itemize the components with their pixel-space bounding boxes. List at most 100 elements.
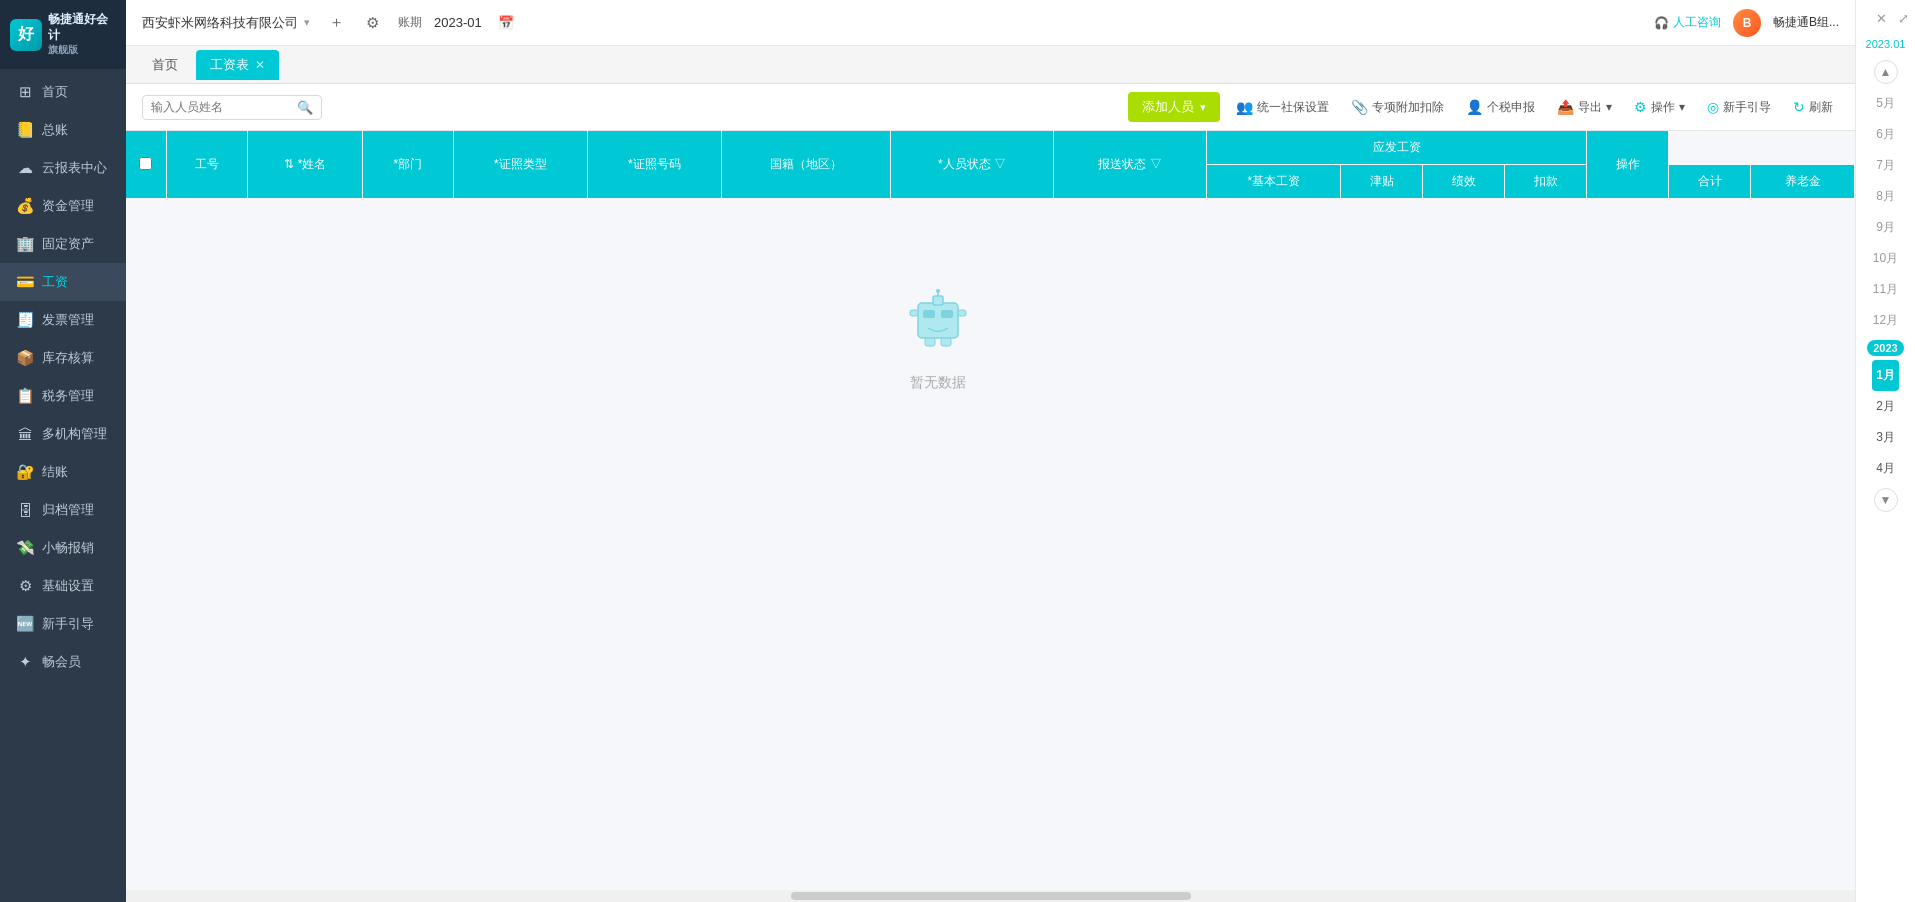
inventory-nav-label: 库存核算 [42,349,94,367]
sidebar-item-member[interactable]: ✦ 畅会员 [0,643,126,681]
search-input[interactable] [151,100,291,114]
home-nav-label: 首页 [42,83,68,101]
allowance-header: 津贴 [1341,165,1423,199]
sidebar-item-expense[interactable]: 💸 小畅报销 [0,529,126,567]
panel-close-icon[interactable]: ✕ [1871,8,1891,28]
month-8月[interactable]: 8月 [1869,181,1902,212]
svg-rect-6 [910,310,918,316]
panel-up-nav[interactable]: ▲ [1874,60,1898,84]
guide-btn[interactable]: ◎ 新手引导 [1701,95,1777,120]
report-status-header[interactable]: 报送状态 ▽ [1053,131,1207,198]
sidebar-item-multi-org[interactable]: 🏛 多机构管理 [0,415,126,453]
sidebar-item-assets[interactable]: 🏢 固定资产 [0,225,126,263]
export-label: 导出 [1578,99,1602,116]
month-7月[interactable]: 7月 [1869,150,1902,181]
tab-payroll-tab[interactable]: 工资表 ✕ [196,50,279,80]
table-wrapper: 工号 ⇅ *姓名 *部门 *证照类型 *证照号码 国籍（地区） *人员状态 ▽ … [126,131,1855,890]
search-wrapper: 🔍 [142,95,322,120]
tax-report-btn[interactable]: 👤 个税申报 [1460,95,1541,120]
closing-nav-label: 结账 [42,463,68,481]
operations-chevron: ▾ [1679,100,1685,114]
svg-rect-9 [941,338,951,346]
month-curr-4月[interactable]: 4月 [1872,453,1899,484]
sidebar-item-funds[interactable]: 💰 资金管理 [0,187,126,225]
home-nav-icon: ⊞ [16,83,34,101]
topbar: 西安虾米网络科技有限公司 ▾ ＋ ⚙ 账期 2023-01 📅 🎧 人工咨询 B… [126,0,1855,46]
special-deduction-btn[interactable]: 📎 专项附加扣除 [1345,95,1450,120]
tab-home-tab[interactable]: 首页 [138,50,192,80]
sidebar: 好 畅捷通好会计 旗舰版 ⊞ 首页 📒 总账 ☁ 云报表中心 💰 资金管理 🏢 … [0,0,126,902]
sidebar-item-invoice[interactable]: 🧾 发票管理 [0,301,126,339]
search-icon[interactable]: 🔍 [297,100,313,115]
multi-org-nav-icon: 🏛 [16,426,34,443]
tab-close-payroll-tab[interactable]: ✕ [255,58,265,72]
tab-label-home-tab: 首页 [152,57,178,72]
status-header[interactable]: *人员状态 ▽ [891,131,1053,198]
sidebar-item-archive[interactable]: 🗄 归档管理 [0,491,126,529]
dept-header: *部门 [363,131,453,198]
service-button[interactable]: 🎧 人工咨询 [1654,14,1721,31]
name-header[interactable]: ⇅ *姓名 [248,131,363,198]
sidebar-item-guide[interactable]: 🆕 新手引导 [0,605,126,643]
social-security-btn[interactable]: 👥 统一社保设置 [1230,95,1335,120]
refresh-btn[interactable]: ↻ 刷新 [1787,95,1839,120]
nationality-header: 国籍（地区） [722,131,891,198]
svg-rect-1 [923,310,935,318]
month-5月[interactable]: 5月 [1869,88,1902,119]
refresh-label: 刷新 [1809,99,1833,116]
scroll-thumb[interactable] [791,892,1191,900]
user-avatar[interactable]: B [1733,9,1761,37]
multi-org-nav-label: 多机构管理 [42,425,107,443]
invoice-nav-label: 发票管理 [42,311,94,329]
tax-nav-label: 税务管理 [42,387,94,405]
status-filter-icon: ▽ [994,157,1006,171]
settings-icon[interactable]: ⚙ [358,9,386,37]
payroll-group-header: 应发工资 [1207,131,1587,165]
archive-nav-label: 归档管理 [42,501,94,519]
logo-text: 畅捷通好会计 [48,12,116,43]
user-name[interactable]: 畅捷通B组... [1773,14,1839,31]
add-person-button[interactable]: 添加人员 ▾ [1128,92,1220,122]
export-icon: 📤 [1557,99,1574,115]
sidebar-item-closing[interactable]: 🔐 结账 [0,453,126,491]
payroll-nav-label: 工资 [42,273,68,291]
content-toolbar: 🔍 添加人员 ▾ 👥 统一社保设置 📎 专项附加扣除 👤 个税申报 [126,84,1855,131]
sidebar-nav: ⊞ 首页 📒 总账 ☁ 云报表中心 💰 资金管理 🏢 固定资产 💳 工资 🧾 发… [0,69,126,902]
svg-rect-3 [933,296,943,305]
sidebar-item-reports[interactable]: ☁ 云报表中心 [0,149,126,187]
table-scrollbar[interactable] [126,890,1855,902]
add-company-icon[interactable]: ＋ [322,9,350,37]
sidebar-item-ledger[interactable]: 📒 总账 [0,111,126,149]
sidebar-item-settings[interactable]: ⚙ 基础设置 [0,567,126,605]
ledger-nav-label: 总账 [42,121,68,139]
period-value: 2023-01 [434,15,482,30]
month-9月[interactable]: 9月 [1869,212,1902,243]
period-calendar-icon[interactable]: 📅 [498,15,514,30]
sidebar-item-inventory[interactable]: 📦 库存核算 [0,339,126,377]
sidebar-item-payroll[interactable]: 💳 工资 [0,263,126,301]
month-10月[interactable]: 10月 [1869,243,1902,274]
prev-year-months: 5月6月7月8月9月10月11月12月 [1869,88,1902,336]
invoice-nav-icon: 🧾 [16,311,34,329]
curr-year-months: 1月2月3月4月 [1872,360,1899,484]
month-6月[interactable]: 6月 [1869,119,1902,150]
sidebar-item-tax[interactable]: 📋 税务管理 [0,377,126,415]
empty-state-cell: 暂无数据 [126,198,1751,472]
company-selector[interactable]: 西安虾米网络科技有限公司 ▾ [142,14,310,32]
month-11月[interactable]: 11月 [1869,274,1902,305]
panel-expand-icon[interactable]: ⤢ [1893,8,1913,28]
operations-btn[interactable]: ⚙ 操作 ▾ [1628,95,1691,120]
content-area: 🔍 添加人员 ▾ 👥 统一社保设置 📎 专项附加扣除 👤 个税申报 [126,84,1855,902]
month-curr-3月[interactable]: 3月 [1872,422,1899,453]
panel-down-nav[interactable]: ▼ [1874,488,1898,512]
month-12月[interactable]: 12月 [1869,305,1902,336]
select-all-checkbox[interactable] [139,157,152,170]
sidebar-item-home[interactable]: ⊞ 首页 [0,73,126,111]
month-curr-2月[interactable]: 2月 [1872,391,1899,422]
guide-label: 新手引导 [1723,99,1771,116]
month-curr-1月[interactable]: 1月 [1872,360,1899,391]
export-btn[interactable]: 📤 导出 ▾ [1551,95,1618,120]
checkbox-header[interactable] [126,131,166,198]
add-person-label: 添加人员 [1142,98,1194,116]
funds-nav-label: 资金管理 [42,197,94,215]
